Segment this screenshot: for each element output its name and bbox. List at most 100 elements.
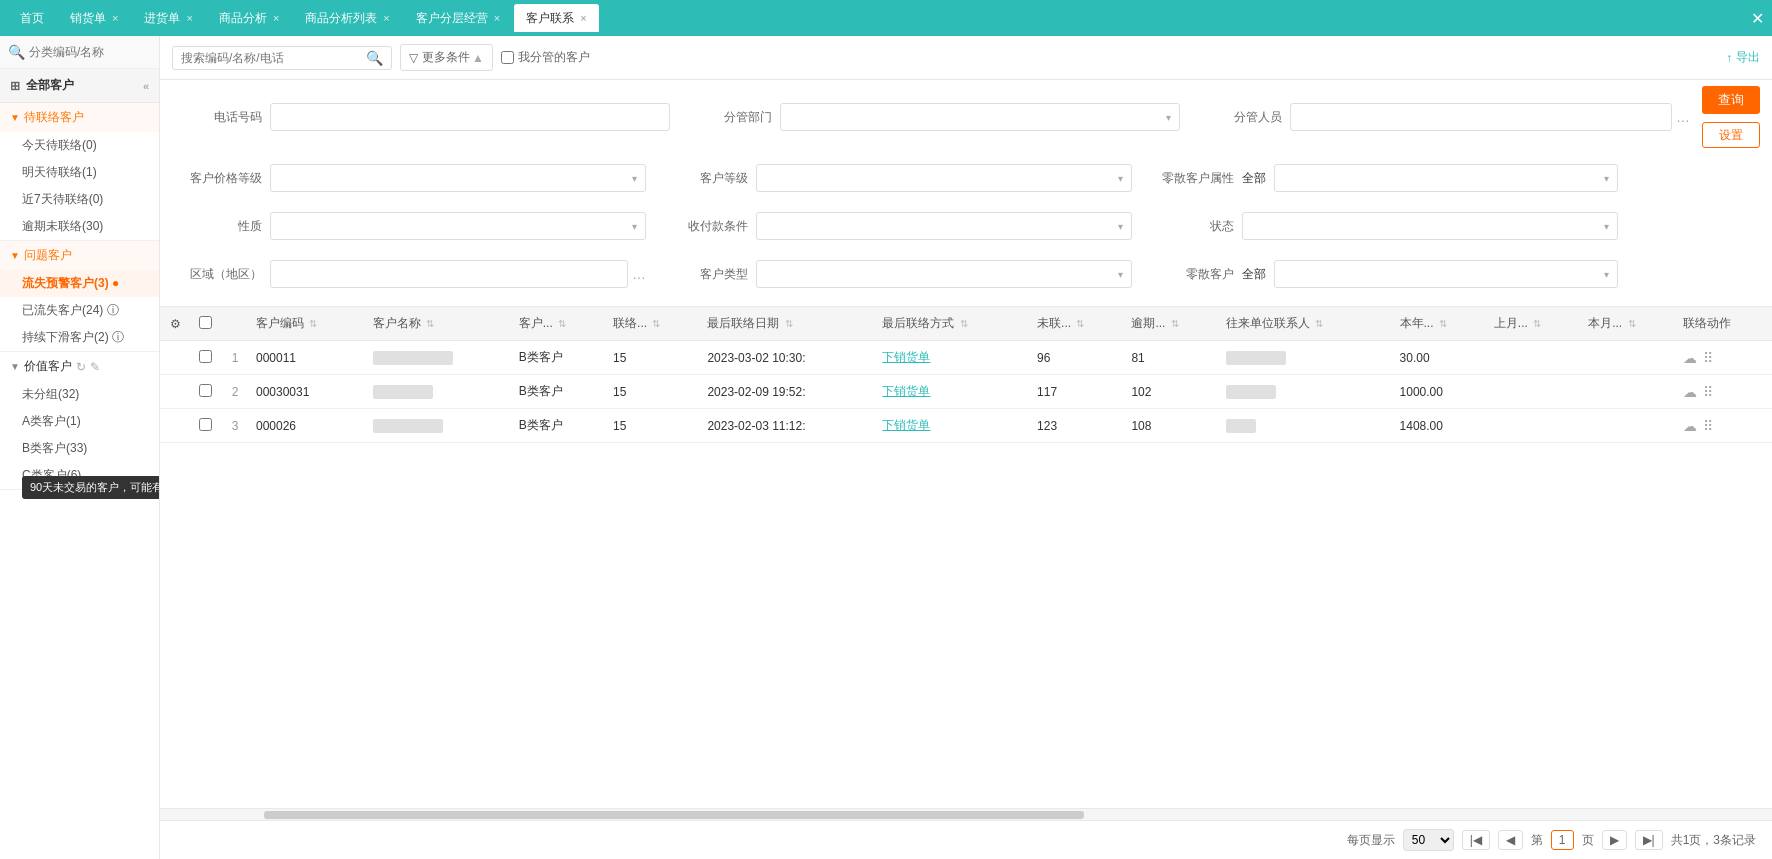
sidebar-item-overdue[interactable]: 逾期未联络(30) <box>0 213 159 240</box>
th-contact-count[interactable]: 联络... ⇅ <box>607 307 701 341</box>
th-this-month[interactable]: 本月... ⇅ <box>1582 307 1676 341</box>
tab-product-analysis[interactable]: 商品分析 × <box>207 4 291 32</box>
filter-zero-attr-select[interactable]: ▾ <box>1274 164 1618 192</box>
first-page-btn[interactable]: |◀ <box>1462 830 1490 850</box>
export-btn[interactable]: ↑ 导出 <box>1726 49 1760 66</box>
contact-icon[interactable]: ☁ <box>1683 350 1697 366</box>
customer-table: ⚙ 客户编码 ⇅ 客户名称 ⇅ <box>160 307 1772 443</box>
sidebar-item-class-a[interactable]: A类客户(1) <box>0 408 159 435</box>
sidebar-item-tomorrow[interactable]: 明天待联络(1) <box>0 159 159 186</box>
td-overdue-days: 81 <box>1125 341 1219 375</box>
th-last-month[interactable]: 上月... ⇅ <box>1488 307 1582 341</box>
sidebar-item-today[interactable]: 今天待联络(0) <box>0 132 159 159</box>
filter-manager-input[interactable] <box>1290 103 1672 131</box>
contact-icon[interactable]: ☁ <box>1683 384 1697 400</box>
td-no-contact-days: 117 <box>1031 375 1125 409</box>
search-submit-icon[interactable]: 🔍 <box>366 50 383 66</box>
filter-cust-type-select[interactable]: ▾ <box>756 260 1132 288</box>
sidebar-item-churn-warning[interactable]: 流失预警客户(3) ● <box>0 270 159 297</box>
filter-phone-input[interactable] <box>270 103 670 131</box>
prev-page-btn[interactable]: ◀ <box>1498 830 1523 850</box>
filter-zero-attr-label: 零散客户属性 <box>1144 170 1234 187</box>
more-actions-icon[interactable]: ⠿ <box>1703 384 1713 400</box>
filter-price-select[interactable]: ▾ <box>270 164 646 192</box>
row-checkbox[interactable] <box>199 350 212 363</box>
settings-button[interactable]: 设置 <box>1702 122 1760 148</box>
sidebar-section-pending-header[interactable]: ▼ 待联络客户 <box>0 103 159 132</box>
sidebar-all-customers[interactable]: ⊞ 全部客户 « <box>0 69 159 103</box>
horizontal-scrollbar[interactable] <box>160 808 1772 820</box>
sidebar-item-ungrouped[interactable]: 未分组(32) <box>0 381 159 408</box>
tab-customer-contact[interactable]: 客户联系 × <box>514 4 598 32</box>
row-checkbox[interactable] <box>199 418 212 431</box>
more-actions-icon[interactable]: ⠿ <box>1703 418 1713 434</box>
select-all-checkbox[interactable] <box>199 316 212 329</box>
filter-more-btn[interactable]: ▽ 更多条件 ▲ <box>400 44 493 71</box>
sidebar-item-7days[interactable]: 近7天待联络(0) <box>0 186 159 213</box>
filter-payment-select[interactable]: ▾ <box>756 212 1132 240</box>
th-last-contact-date[interactable]: 最后联络日期 ⇅ <box>701 307 876 341</box>
tab-product-list[interactable]: 商品分析列表 × <box>293 4 401 32</box>
contact-icon[interactable]: ☁ <box>1683 418 1697 434</box>
th-this-year[interactable]: 本年... ⇅ <box>1394 307 1488 341</box>
th-contact-person[interactable]: 往来单位联系人 ⇅ <box>1220 307 1394 341</box>
th-overdue-days[interactable]: 逾期... ⇅ <box>1125 307 1219 341</box>
filter-gender-select[interactable]: ▾ <box>270 212 646 240</box>
th-this-month-label: 本月... <box>1588 316 1622 330</box>
next-page-btn[interactable]: ▶ <box>1602 830 1627 850</box>
tab-purchase[interactable]: 进货单 × <box>132 4 204 32</box>
filter-status-select[interactable]: ▾ <box>1242 212 1618 240</box>
arrow-down-icon: ▼ <box>10 250 20 261</box>
sidebar-search-input[interactable] <box>29 45 160 59</box>
th-settings[interactable]: ⚙ <box>160 307 190 341</box>
more-icon[interactable]: … <box>1676 109 1690 125</box>
chevron-down-icon: ▾ <box>1118 269 1123 280</box>
filter-region-input[interactable] <box>270 260 628 288</box>
sidebar-section-problem-header[interactable]: ▼ 问题客户 <box>0 241 159 270</box>
filter-dept-select[interactable]: ▾ <box>780 103 1180 131</box>
tab-sales[interactable]: 销货单 × <box>58 4 130 32</box>
table-row: 3 000026 B类客户 15 2023-02-03 11:12: 下销货单 … <box>160 409 1772 443</box>
more-actions-icon[interactable]: ⠿ <box>1703 350 1713 366</box>
th-last-contact-method[interactable]: 最后联络方式 ⇅ <box>876 307 1031 341</box>
scroll-thumb[interactable] <box>264 811 1084 819</box>
tab-home[interactable]: 首页 <box>8 4 56 32</box>
search-input[interactable] <box>181 51 366 65</box>
close-icon[interactable]: × <box>383 12 389 24</box>
th-no-contact-days[interactable]: 未联... ⇅ <box>1031 307 1125 341</box>
th-customer-code[interactable]: 客户编码 ⇅ <box>250 307 367 341</box>
row-checkbox[interactable] <box>199 384 212 397</box>
th-customer-type[interactable]: 客户... ⇅ <box>513 307 607 341</box>
contact-method-link[interactable]: 下销货单 <box>882 418 930 432</box>
edit-icon[interactable]: ✎ <box>90 360 100 374</box>
th-contact-count-label: 联络... <box>613 316 647 330</box>
sidebar-item-class-b[interactable]: B类客户(33) <box>0 435 159 462</box>
my-customers-checkbox[interactable] <box>501 51 514 64</box>
filter-cust-type-cell: 客户类型 ▾ <box>658 256 1144 292</box>
td-checkbox-cell <box>190 341 220 375</box>
td-contact-count: 15 <box>607 341 701 375</box>
filter-cust-level-select[interactable]: ▾ <box>756 164 1132 192</box>
sidebar-item-declining[interactable]: 持续下滑客户(2) ⓘ <box>0 324 159 351</box>
app-close-icon[interactable]: ✕ <box>1751 9 1764 28</box>
close-icon[interactable]: × <box>112 12 118 24</box>
contact-method-link[interactable]: 下销货单 <box>882 350 930 364</box>
filter-zero-retail-select[interactable]: ▾ <box>1274 260 1618 288</box>
close-icon[interactable]: × <box>186 12 192 24</box>
sidebar-item-churned[interactable]: 已流失客户(24) ⓘ <box>0 297 159 324</box>
close-icon[interactable]: × <box>273 12 279 24</box>
region-more-icon[interactable]: … <box>632 266 646 282</box>
td-no-contact-days: 96 <box>1031 341 1125 375</box>
td-type: B类客户 <box>513 375 607 409</box>
tab-customer-tier[interactable]: 客户分层经营 × <box>404 4 512 32</box>
close-icon[interactable]: × <box>494 12 500 24</box>
query-button[interactable]: 查询 <box>1702 86 1760 114</box>
close-icon[interactable]: × <box>580 12 586 24</box>
sidebar-section-value-header[interactable]: ▼ 价值客户 ↻ ✎ <box>0 352 159 381</box>
last-page-btn[interactable]: ▶| <box>1635 830 1663 850</box>
td-type: B类客户 <box>513 409 607 443</box>
refresh-icon[interactable]: ↻ <box>76 360 86 374</box>
contact-method-link[interactable]: 下销货单 <box>882 384 930 398</box>
th-customer-name[interactable]: 客户名称 ⇅ <box>367 307 513 341</box>
per-page-select[interactable]: 50 100 <box>1403 829 1454 851</box>
